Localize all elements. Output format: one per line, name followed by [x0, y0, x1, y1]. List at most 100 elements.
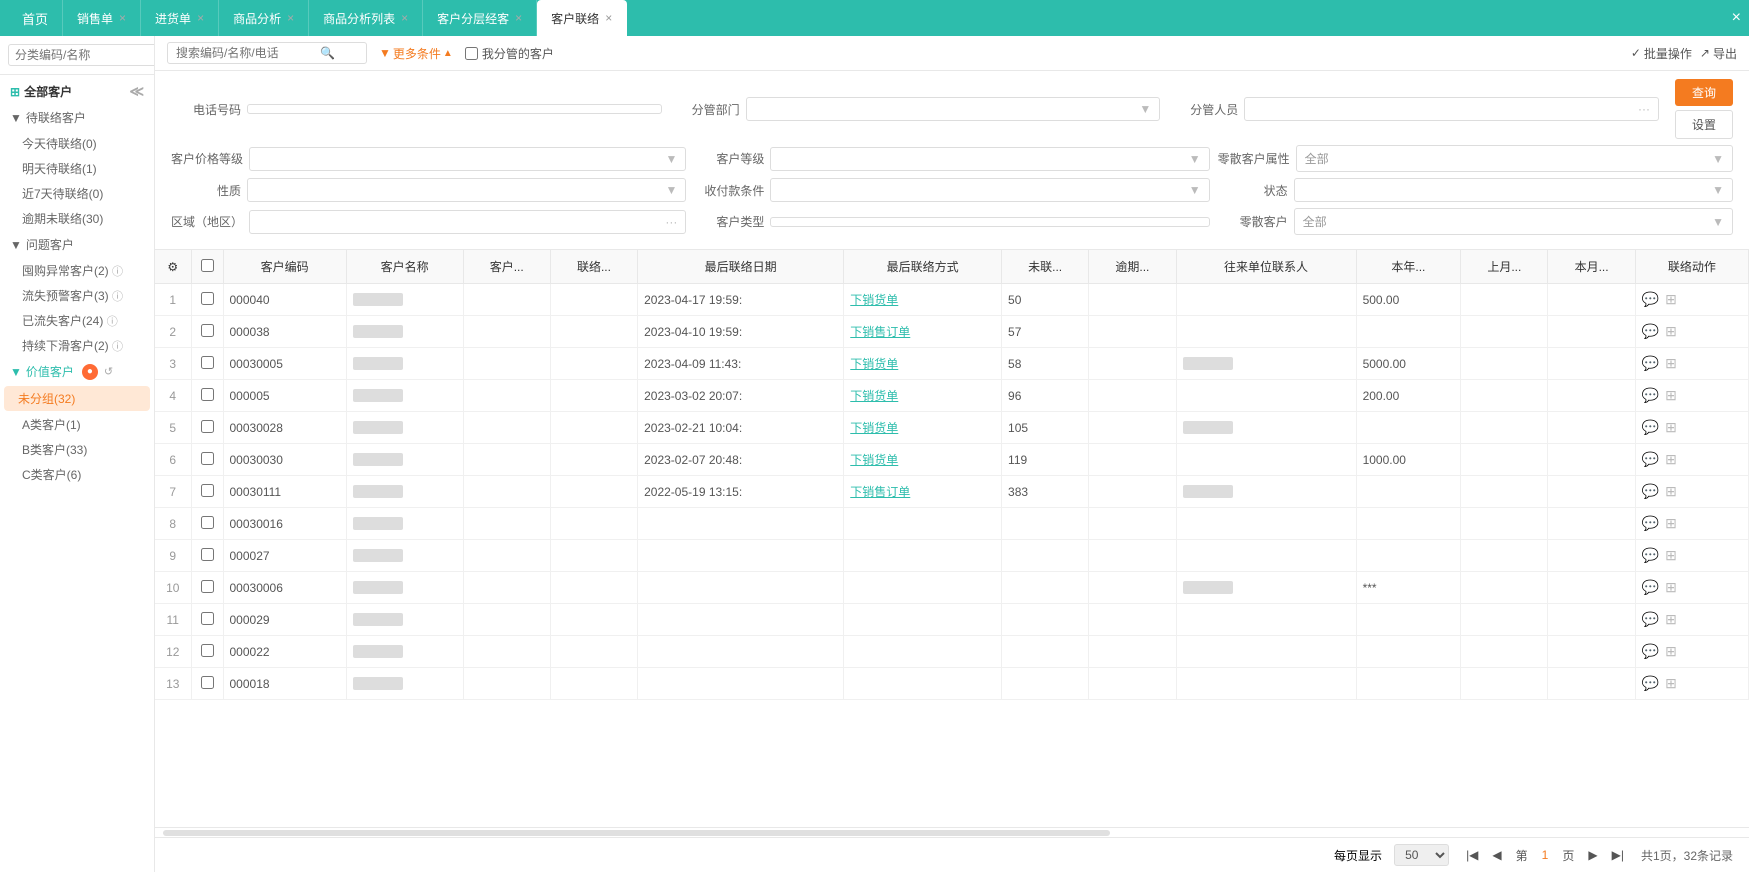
row-checkbox[interactable] — [201, 548, 214, 561]
query-button[interactable]: 查询 — [1675, 79, 1733, 106]
sidebar-group-pending[interactable]: ▼ 待联络客户 — [0, 104, 154, 131]
last-method-link[interactable]: 下销货单 — [850, 293, 898, 307]
chat-icon[interactable]: 💬 — [1642, 451, 1659, 468]
chat-icon[interactable]: 💬 — [1642, 355, 1659, 372]
grid-action-icon[interactable]: ⊞ — [1665, 451, 1677, 468]
grid-action-icon[interactable]: ⊞ — [1665, 515, 1677, 532]
area-select[interactable]: ··· — [249, 210, 686, 234]
chat-icon[interactable]: 💬 — [1642, 419, 1659, 436]
my-customers-check[interactable] — [465, 47, 478, 60]
prev-page-btn[interactable]: ◀ — [1487, 846, 1506, 864]
row-checkbox[interactable] — [201, 644, 214, 657]
sidebar-group-value[interactable]: ▼ 价值客户 ● ↺ — [0, 358, 154, 385]
chat-icon[interactable]: 💬 — [1642, 515, 1659, 532]
status-select[interactable]: ▼ — [1294, 178, 1733, 202]
sidebar-item-declining[interactable]: 持续下滑客户(2) ⓘ — [0, 333, 154, 358]
grid-action-icon[interactable]: ⊞ — [1665, 291, 1677, 308]
sidebar-item-today-pending[interactable]: 今天待联络(0) — [0, 131, 154, 156]
last-method-link[interactable]: 下销货单 — [850, 357, 898, 371]
my-customers-checkbox[interactable]: 我分管的客户 — [465, 45, 554, 62]
sidebar-item-a-class[interactable]: A类客户(1) — [0, 412, 154, 437]
sidebar-item-tomorrow-pending[interactable]: 明天待联络(1) — [0, 156, 154, 181]
last-method-link[interactable]: 下销售订单 — [850, 325, 910, 339]
sidebar-search-input[interactable] — [8, 44, 155, 66]
row-checkbox[interactable] — [201, 292, 214, 305]
nature-select[interactable]: ▼ — [247, 178, 686, 202]
chat-icon[interactable]: 💬 — [1642, 387, 1659, 404]
zero-customer-select[interactable]: 全部 ▼ — [1294, 208, 1733, 235]
tab-customer-contact-close[interactable]: × — [605, 11, 612, 25]
search-icon[interactable]: 🔍 — [320, 46, 335, 60]
chat-icon[interactable]: 💬 — [1642, 611, 1659, 628]
export-button[interactable]: ↗ 导出 — [1700, 45, 1737, 62]
chat-icon[interactable]: 💬 — [1642, 483, 1659, 500]
row-checkbox[interactable] — [201, 676, 214, 689]
th-settings[interactable]: ⚙ — [155, 250, 191, 284]
zero-attr-select[interactable]: 全部 ▼ — [1296, 145, 1733, 172]
grid-action-icon[interactable]: ⊞ — [1665, 643, 1677, 660]
grid-action-icon[interactable]: ⊞ — [1665, 547, 1677, 564]
current-page[interactable]: 1 — [1537, 846, 1554, 864]
reset-button[interactable]: 设置 — [1675, 110, 1733, 139]
grid-action-icon[interactable]: ⊞ — [1665, 483, 1677, 500]
chat-icon[interactable]: 💬 — [1642, 323, 1659, 340]
tab-purchase-close[interactable]: × — [197, 11, 204, 25]
sidebar-item-ungroup[interactable]: 未分组(32) — [4, 386, 150, 411]
next-page-btn[interactable]: ▶ — [1583, 846, 1602, 864]
grid-action-icon[interactable]: ⊞ — [1665, 419, 1677, 436]
more-conditions[interactable]: ▼ 更多条件 ▲ — [379, 45, 453, 62]
grid-action-icon[interactable]: ⊞ — [1665, 387, 1677, 404]
th-checkbox[interactable] — [191, 250, 223, 284]
grid-action-icon[interactable]: ⊞ — [1665, 355, 1677, 372]
customer-type-select[interactable] — [770, 217, 1209, 227]
tab-product-analysis[interactable]: 商品分析 × — [219, 0, 309, 36]
tab-sales-close[interactable]: × — [119, 11, 126, 25]
last-page-btn[interactable]: ▶| — [1607, 846, 1629, 864]
row-checkbox[interactable] — [201, 612, 214, 625]
grid-action-icon[interactable]: ⊞ — [1665, 611, 1677, 628]
row-checkbox[interactable] — [201, 580, 214, 593]
tab-product-analysis-list-close[interactable]: × — [401, 11, 408, 25]
first-page-btn[interactable]: |◀ — [1461, 846, 1483, 864]
sidebar-item-c-class[interactable]: C类客户(6) — [0, 462, 154, 487]
per-page-select[interactable]: 50 100 200 — [1394, 844, 1449, 866]
select-all-checkbox[interactable] — [201, 259, 214, 272]
chat-icon[interactable]: 💬 — [1642, 291, 1659, 308]
tab-product-analysis-close[interactable]: × — [287, 11, 294, 25]
tab-customer-contact[interactable]: 客户联络 × — [537, 0, 627, 36]
payment-select[interactable]: ▼ — [770, 178, 1209, 202]
grid-action-icon[interactable]: ⊞ — [1665, 675, 1677, 692]
sidebar-item-churned[interactable]: 已流失客户(24) ⓘ — [0, 308, 154, 333]
row-checkbox[interactable] — [201, 452, 214, 465]
customer-level-select[interactable]: ▼ — [770, 147, 1209, 171]
chat-icon[interactable]: 💬 — [1642, 579, 1659, 596]
row-checkbox[interactable] — [201, 420, 214, 433]
row-checkbox[interactable] — [201, 324, 214, 337]
row-checkbox[interactable] — [201, 516, 214, 529]
phone-input[interactable] — [247, 104, 662, 114]
chat-icon[interactable]: 💬 — [1642, 547, 1659, 564]
tab-product-analysis-list[interactable]: 商品分析列表 × — [309, 0, 423, 36]
search-input[interactable] — [176, 46, 316, 60]
horizontal-scrollbar[interactable] — [155, 827, 1749, 837]
last-method-link[interactable]: 下销货单 — [850, 389, 898, 403]
close-all-tabs[interactable]: × — [1732, 9, 1741, 27]
tab-home[interactable]: 首页 — [8, 0, 63, 36]
price-level-select[interactable]: ▼ — [249, 147, 686, 171]
row-checkbox[interactable] — [201, 484, 214, 497]
last-method-link[interactable]: 下销货单 — [850, 421, 898, 435]
tab-customer-segment-close[interactable]: × — [515, 11, 522, 25]
sidebar-item-churning[interactable]: 流失预警客户(3) ⓘ — [0, 283, 154, 308]
tab-customer-segment[interactable]: 客户分层经客 × — [423, 0, 537, 36]
batch-op-button[interactable]: ✓ 批量操作 — [1631, 45, 1692, 62]
all-customers-label[interactable]: 全部客户 — [24, 83, 72, 100]
tab-sales[interactable]: 销售单 × — [63, 0, 141, 36]
sidebar-item-abnormal[interactable]: 囤购异常客户(2) ⓘ — [0, 258, 154, 283]
grid-action-icon[interactable]: ⊞ — [1665, 323, 1677, 340]
sidebar-collapse-icon[interactable]: ≪ — [129, 83, 144, 100]
sidebar-item-week-pending[interactable]: 近7天待联络(0) — [0, 181, 154, 206]
chat-icon[interactable]: 💬 — [1642, 643, 1659, 660]
chat-icon[interactable]: 💬 — [1642, 675, 1659, 692]
last-method-link[interactable]: 下销货单 — [850, 453, 898, 467]
manager-select[interactable]: ··· — [1244, 97, 1659, 121]
